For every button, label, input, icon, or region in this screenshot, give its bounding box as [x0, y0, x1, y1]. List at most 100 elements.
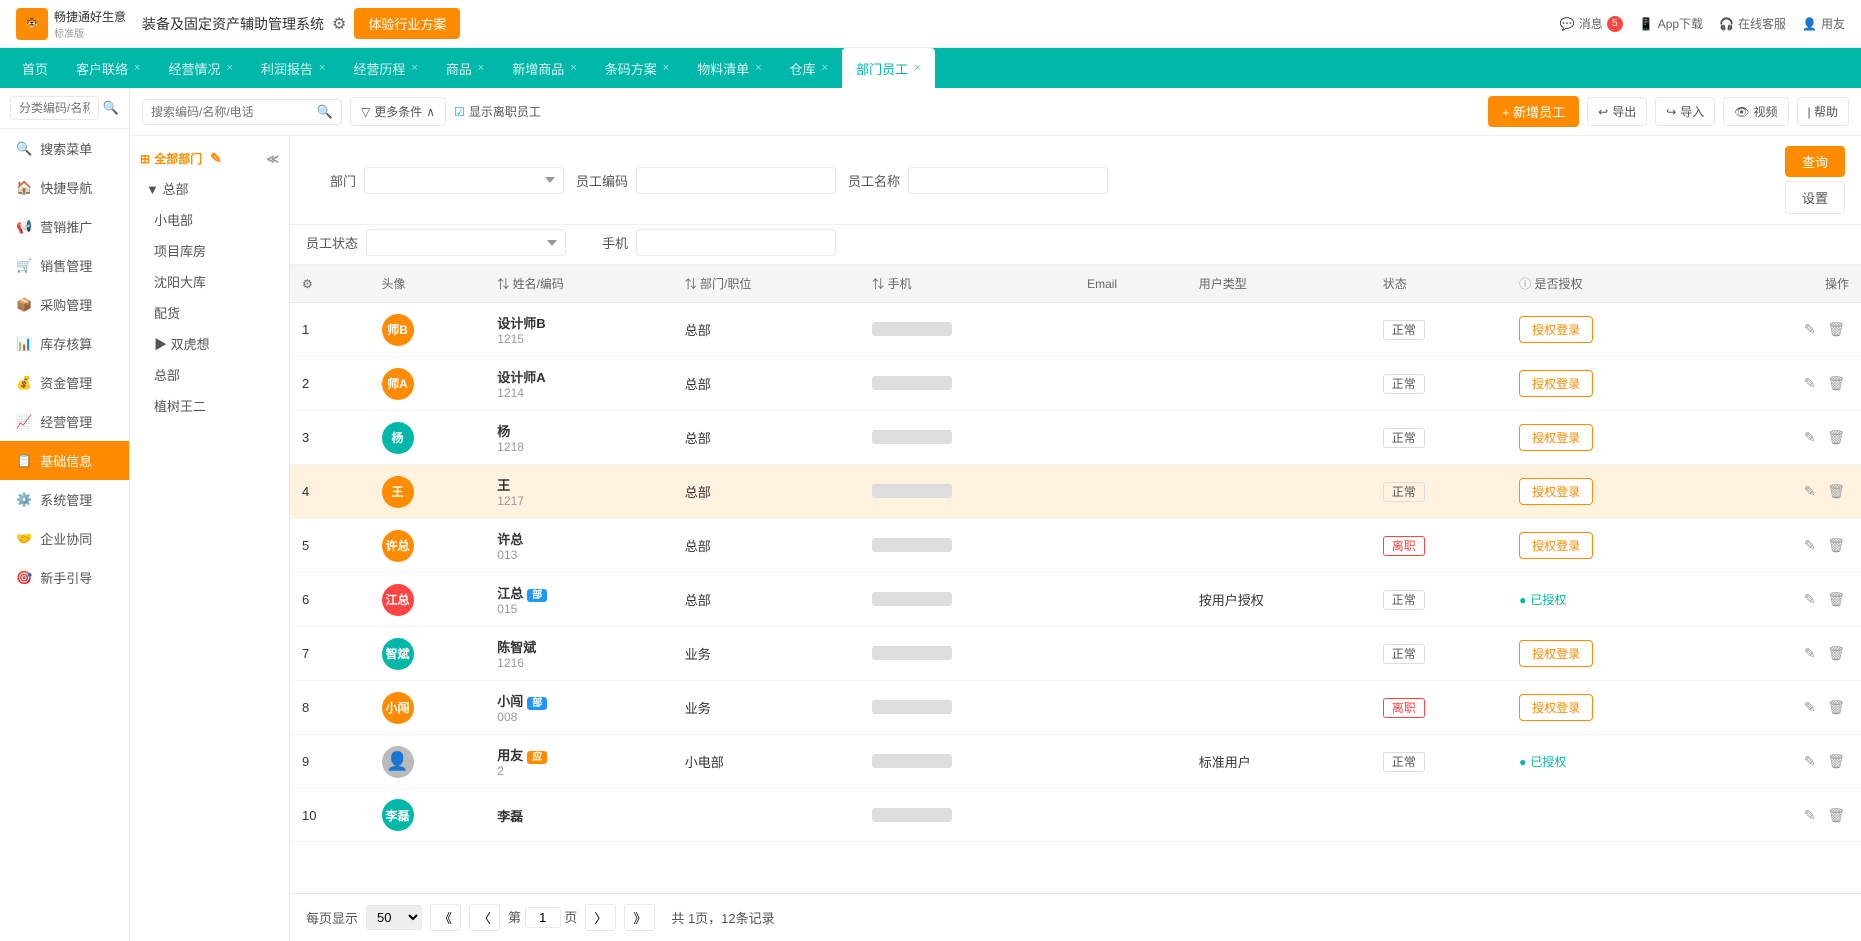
message-btn[interactable]: 💬 消息 5	[1560, 15, 1623, 32]
view-btn[interactable]: 👁 视频	[1723, 97, 1788, 126]
authorize-btn[interactable]: 授权登录	[1519, 316, 1593, 343]
nav-tab-bom[interactable]: 物料清单 ×	[683, 48, 775, 88]
sidebar-item-purchase[interactable]: 📦采购管理	[0, 285, 129, 324]
trial-button[interactable]: 体验行业方案	[354, 8, 460, 39]
authorize-btn[interactable]: 授权登录	[1519, 532, 1593, 559]
delete-btn[interactable]: 🗑	[1823, 589, 1849, 610]
dept-filter-select[interactable]	[364, 167, 564, 194]
row-auth[interactable]: 已授权	[1507, 735, 1710, 789]
edit-btn[interactable]: ✎	[1800, 481, 1820, 502]
edit-btn[interactable]: ✎	[1800, 805, 1820, 826]
nav-tab-goods[interactable]: 商品 ×	[432, 48, 498, 88]
employee-search-input[interactable]	[151, 105, 313, 119]
sidebar-item-management[interactable]: 📈经营管理	[0, 402, 129, 441]
edit-btn[interactable]: ✎	[1800, 373, 1820, 394]
last-page-btn[interactable]: 》	[624, 904, 655, 931]
nav-tab-customer[interactable]: 客户联络 ×	[62, 48, 154, 88]
sidebar-item-search[interactable]: 🔍搜索菜单	[0, 129, 129, 168]
th-settings[interactable]: ⚙	[290, 265, 370, 303]
dept-tree-item-zongbu-root[interactable]: ▼ 总部	[130, 173, 289, 204]
row-auth[interactable]: 已授权	[1507, 573, 1710, 627]
close-icon[interactable]: ×	[226, 62, 232, 74]
employee-name-input[interactable]	[908, 167, 1108, 194]
authorize-btn[interactable]: 授权登录	[1519, 694, 1593, 721]
set-button[interactable]: 设置	[1785, 181, 1845, 214]
query-button[interactable]: 查询	[1785, 146, 1845, 177]
prev-page-btn[interactable]: 〈	[469, 904, 500, 931]
sidebar-item-sales[interactable]: 🛒销售管理	[0, 246, 129, 285]
import-btn[interactable]: ↪ 导入	[1655, 97, 1715, 126]
delete-btn[interactable]: 🗑	[1823, 427, 1849, 448]
edit-btn[interactable]: ✎	[1800, 427, 1820, 448]
page-size-select[interactable]: 50 100 200	[366, 905, 422, 930]
close-icon[interactable]: ×	[478, 62, 484, 74]
th-phone[interactable]: ⇅ 手机	[860, 265, 1075, 303]
settings-icon[interactable]: ⚙	[332, 14, 346, 34]
delete-btn[interactable]: 🗑	[1823, 373, 1849, 394]
row-auth[interactable]: 授权登录	[1507, 627, 1710, 681]
th-dept[interactable]: ⇅ 部门/职位	[673, 265, 860, 303]
row-auth[interactable]: 授权登录	[1507, 519, 1710, 573]
nav-tab-operations[interactable]: 经营情况 ×	[154, 48, 246, 88]
nav-tab-warehouse[interactable]: 仓库 ×	[776, 48, 842, 88]
edit-btn[interactable]: ✎	[1800, 319, 1820, 340]
sidebar-item-finance[interactable]: 💰资金管理	[0, 363, 129, 402]
row-auth[interactable]: 授权登录	[1507, 411, 1710, 465]
sidebar-item-inventory[interactable]: 📊库存核算	[0, 324, 129, 363]
nav-tab-history[interactable]: 经营历程 ×	[339, 48, 431, 88]
close-icon[interactable]: ×	[755, 62, 761, 74]
edit-btn[interactable]: ✎	[1800, 697, 1820, 718]
sidebar-search-input[interactable]	[10, 96, 99, 120]
delete-btn[interactable]: 🗑	[1823, 481, 1849, 502]
authorize-btn[interactable]: 授权登录	[1519, 478, 1593, 505]
dept-tree-item-xiaodian[interactable]: 小电部	[130, 204, 289, 235]
nav-tab-profit[interactable]: 利润报告 ×	[247, 48, 339, 88]
dept-tree-item-shuanghu[interactable]: ▶ 双虎想	[130, 328, 289, 359]
nav-tab-home[interactable]: 首页	[8, 48, 62, 88]
authorize-btn[interactable]: 授权登录	[1519, 640, 1593, 667]
nav-tab-employees[interactable]: 部门员工 ×	[842, 48, 934, 88]
dept-edit-icon[interactable]: ✎	[210, 150, 222, 167]
sidebar-item-guide[interactable]: 🎯新手引导	[0, 558, 129, 597]
close-icon[interactable]: ×	[411, 62, 417, 74]
phone-filter-input[interactable]	[636, 229, 836, 256]
dept-tree-item-peihuo[interactable]: 配货	[130, 297, 289, 328]
online-service-btn[interactable]: 🎧 在线客服	[1719, 15, 1786, 32]
close-icon[interactable]: ×	[914, 62, 920, 74]
sidebar-item-collab[interactable]: 🤝企业协同	[0, 519, 129, 558]
close-icon[interactable]: ×	[570, 62, 576, 74]
employee-code-input[interactable]	[636, 167, 836, 194]
dept-tree-item-shenyang[interactable]: 沈阳大库	[130, 266, 289, 297]
dept-tree-item-xiangmu[interactable]: 项目库房	[130, 235, 289, 266]
sidebar-item-nav[interactable]: 🏠快捷导航	[0, 168, 129, 207]
nav-tab-barcode[interactable]: 条码方案 ×	[591, 48, 683, 88]
more-filter-btn[interactable]: ▽ 更多条件 ∧	[350, 97, 446, 126]
row-auth[interactable]: 授权登录	[1507, 357, 1710, 411]
delete-btn[interactable]: 🗑	[1823, 697, 1849, 718]
th-name[interactable]: ⇅ 姓名/编码	[485, 265, 672, 303]
close-icon[interactable]: ×	[134, 62, 140, 74]
dept-tree-item-zhishu[interactable]: 植树王二	[130, 390, 289, 421]
app-download-btn[interactable]: 📱 App下载	[1639, 15, 1703, 32]
first-page-btn[interactable]: 《	[430, 904, 461, 931]
status-filter-select[interactable]	[366, 229, 566, 256]
edit-btn[interactable]: ✎	[1800, 643, 1820, 664]
edit-btn[interactable]: ✎	[1800, 535, 1820, 556]
delete-btn[interactable]: 🗑	[1823, 751, 1849, 772]
close-icon[interactable]: ×	[663, 62, 669, 74]
delete-btn[interactable]: 🗑	[1823, 319, 1849, 340]
add-employee-button[interactable]: + 新增员工	[1488, 96, 1579, 127]
sidebar-search-icon[interactable]: 🔍	[103, 100, 119, 116]
nav-tab-add-goods[interactable]: 新增商品 ×	[498, 48, 590, 88]
user-btn[interactable]: 👤 用友	[1802, 15, 1845, 32]
sidebar-item-system[interactable]: ⚙️系统管理	[0, 480, 129, 519]
edit-btn[interactable]: ✎	[1800, 751, 1820, 772]
delete-btn[interactable]: 🗑	[1823, 805, 1849, 826]
authorize-btn[interactable]: 授权登录	[1519, 370, 1593, 397]
close-icon[interactable]: ×	[822, 62, 828, 74]
row-auth[interactable]: 授权登录	[1507, 303, 1710, 357]
sidebar-item-marketing[interactable]: 📢营销推广	[0, 207, 129, 246]
authorize-btn[interactable]: 授权登录	[1519, 424, 1593, 451]
row-auth[interactable]: 授权登录	[1507, 465, 1710, 519]
dept-tree-item-zongbu-sub[interactable]: 总部	[130, 359, 289, 390]
